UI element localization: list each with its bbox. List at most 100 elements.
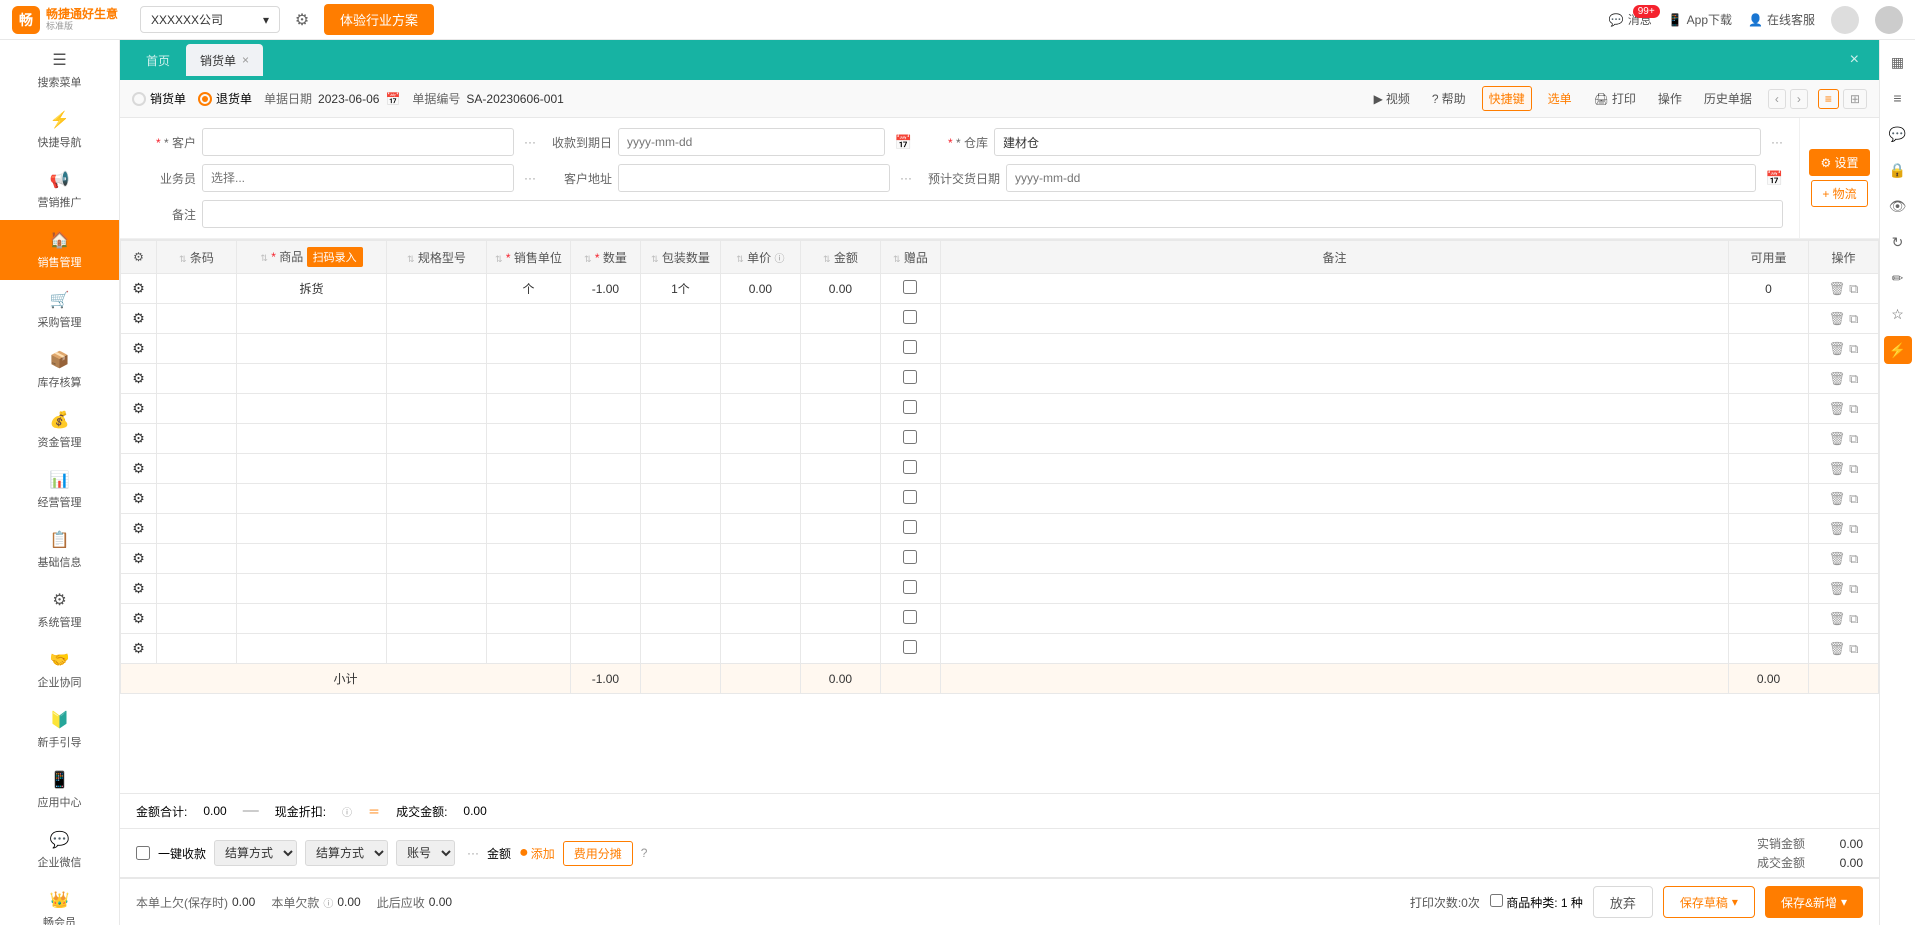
right-panel-star-btn[interactable]: ☆	[1884, 300, 1912, 328]
row-price[interactable]	[720, 574, 800, 604]
avatar-2[interactable]	[1875, 6, 1903, 34]
right-panel-lock-btn[interactable]: 🔒	[1884, 156, 1912, 184]
row-qty[interactable]	[570, 514, 640, 544]
row-gift[interactable]	[880, 394, 940, 424]
copy-icon[interactable]: ⧉	[1849, 641, 1858, 657]
sidebar-item-marketing[interactable]: 📢 营销推广	[0, 160, 119, 220]
row-unit[interactable]	[487, 574, 571, 604]
customer-input[interactable]	[202, 128, 514, 156]
copy-icon[interactable]: ⧉	[1849, 551, 1858, 567]
row-pkgqty[interactable]	[640, 394, 720, 424]
payment-method-select-2[interactable]: 结算方式	[305, 840, 388, 866]
row-pkgqty[interactable]	[640, 364, 720, 394]
draft-button[interactable]: 保存草稿 ▾	[1663, 886, 1755, 918]
row-qty[interactable]	[570, 484, 640, 514]
help-btn[interactable]: ? 帮助	[1426, 87, 1472, 110]
delete-icon[interactable]: 🗑	[1829, 491, 1846, 507]
row-pkgqty[interactable]	[640, 634, 720, 664]
product-type-checkbox[interactable]	[1490, 894, 1503, 907]
row-settings[interactable]: ⚙	[121, 364, 157, 394]
row-unit[interactable]	[487, 394, 571, 424]
settings-btn[interactable]: ⚙ 设置	[1809, 149, 1869, 176]
right-panel-eye-btn[interactable]: 👁	[1884, 192, 1912, 220]
row-price[interactable]	[720, 544, 800, 574]
row-amount[interactable]	[800, 334, 880, 364]
row-gift[interactable]	[880, 514, 940, 544]
row-settings[interactable]: ⚙	[121, 274, 157, 304]
row-product[interactable]	[237, 484, 387, 514]
expected-date-input[interactable]	[1006, 164, 1756, 192]
row-spec[interactable]	[387, 394, 487, 424]
row-spec[interactable]	[387, 604, 487, 634]
row-settings[interactable]: ⚙	[121, 394, 157, 424]
delete-icon[interactable]: 🗑	[1829, 641, 1846, 657]
logistics-btn[interactable]: + 物流	[1811, 180, 1867, 207]
trial-button[interactable]: 体验行业方案	[324, 4, 434, 35]
row-remark[interactable]	[940, 304, 1728, 334]
row-barcode[interactable]	[157, 634, 237, 664]
row-remark[interactable]	[940, 274, 1728, 304]
row-qty[interactable]	[570, 454, 640, 484]
sidebar-item-search[interactable]: ☰ 搜索菜单	[0, 40, 119, 100]
table-view-btn[interactable]: ⊞	[1843, 89, 1867, 109]
salesperson-dots[interactable]: ···	[524, 171, 536, 185]
row-remark[interactable]	[940, 364, 1728, 394]
right-panel-edit-btn[interactable]: ✏	[1884, 264, 1912, 292]
row-barcode[interactable]	[157, 304, 237, 334]
tab-home[interactable]: 首页	[132, 44, 184, 76]
row-spec[interactable]	[387, 334, 487, 364]
copy-icon[interactable]: ⧉	[1849, 401, 1858, 417]
gift-checkbox[interactable]	[903, 550, 917, 564]
row-price[interactable]	[720, 634, 800, 664]
customer-address-dots[interactable]: ···	[900, 171, 912, 185]
sidebar-item-system[interactable]: ⚙ 系统管理	[0, 580, 119, 640]
return-order-radio[interactable]: 退货单	[198, 90, 252, 107]
row-price[interactable]: 0.00	[720, 274, 800, 304]
row-pkgqty[interactable]	[640, 574, 720, 604]
row-remark[interactable]	[940, 424, 1728, 454]
sidebar-item-member[interactable]: 👑 畅会员	[0, 880, 119, 925]
row-qty[interactable]	[570, 424, 640, 454]
row-product[interactable]	[237, 544, 387, 574]
row-remark[interactable]	[940, 484, 1728, 514]
row-unit[interactable]	[487, 634, 571, 664]
delete-icon[interactable]: 🗑	[1829, 281, 1846, 297]
row-barcode[interactable]	[157, 574, 237, 604]
row-qty[interactable]	[570, 574, 640, 604]
row-product[interactable]	[237, 574, 387, 604]
next-btn[interactable]: ›	[1790, 89, 1808, 109]
row-price[interactable]	[720, 604, 800, 634]
warehouse-input[interactable]	[994, 128, 1761, 156]
row-product[interactable]	[237, 304, 387, 334]
row-barcode[interactable]	[157, 514, 237, 544]
row-unit[interactable]	[487, 454, 571, 484]
gift-checkbox[interactable]	[903, 490, 917, 504]
right-panel-grid-btn[interactable]: ▦	[1884, 48, 1912, 76]
row-price[interactable]	[720, 304, 800, 334]
row-pkgqty[interactable]	[640, 514, 720, 544]
copy-icon[interactable]: ⧉	[1849, 521, 1858, 537]
customer-address-input[interactable]	[618, 164, 890, 192]
row-settings[interactable]: ⚙	[121, 454, 157, 484]
right-panel-action-btn[interactable]: ⚡	[1884, 336, 1912, 364]
sales-order-radio[interactable]: 销货单	[132, 90, 186, 107]
copy-icon[interactable]: ⧉	[1849, 311, 1858, 327]
row-spec[interactable]	[387, 454, 487, 484]
row-amount[interactable]: 0.00	[800, 274, 880, 304]
gift-checkbox[interactable]	[903, 460, 917, 474]
row-amount[interactable]	[800, 454, 880, 484]
row-settings[interactable]: ⚙	[121, 334, 157, 364]
row-qty[interactable]	[570, 334, 640, 364]
row-gift[interactable]	[880, 454, 940, 484]
row-amount[interactable]	[800, 604, 880, 634]
row-gift[interactable]	[880, 334, 940, 364]
row-gift[interactable]	[880, 304, 940, 334]
gift-checkbox[interactable]	[903, 400, 917, 414]
gift-checkbox[interactable]	[903, 640, 917, 654]
note-input[interactable]	[202, 200, 1783, 228]
row-remark[interactable]	[940, 574, 1728, 604]
customer-dots[interactable]: ···	[524, 135, 536, 149]
row-product[interactable]	[237, 424, 387, 454]
delete-icon[interactable]: 🗑	[1829, 431, 1846, 447]
delete-icon[interactable]: 🗑	[1829, 521, 1846, 537]
